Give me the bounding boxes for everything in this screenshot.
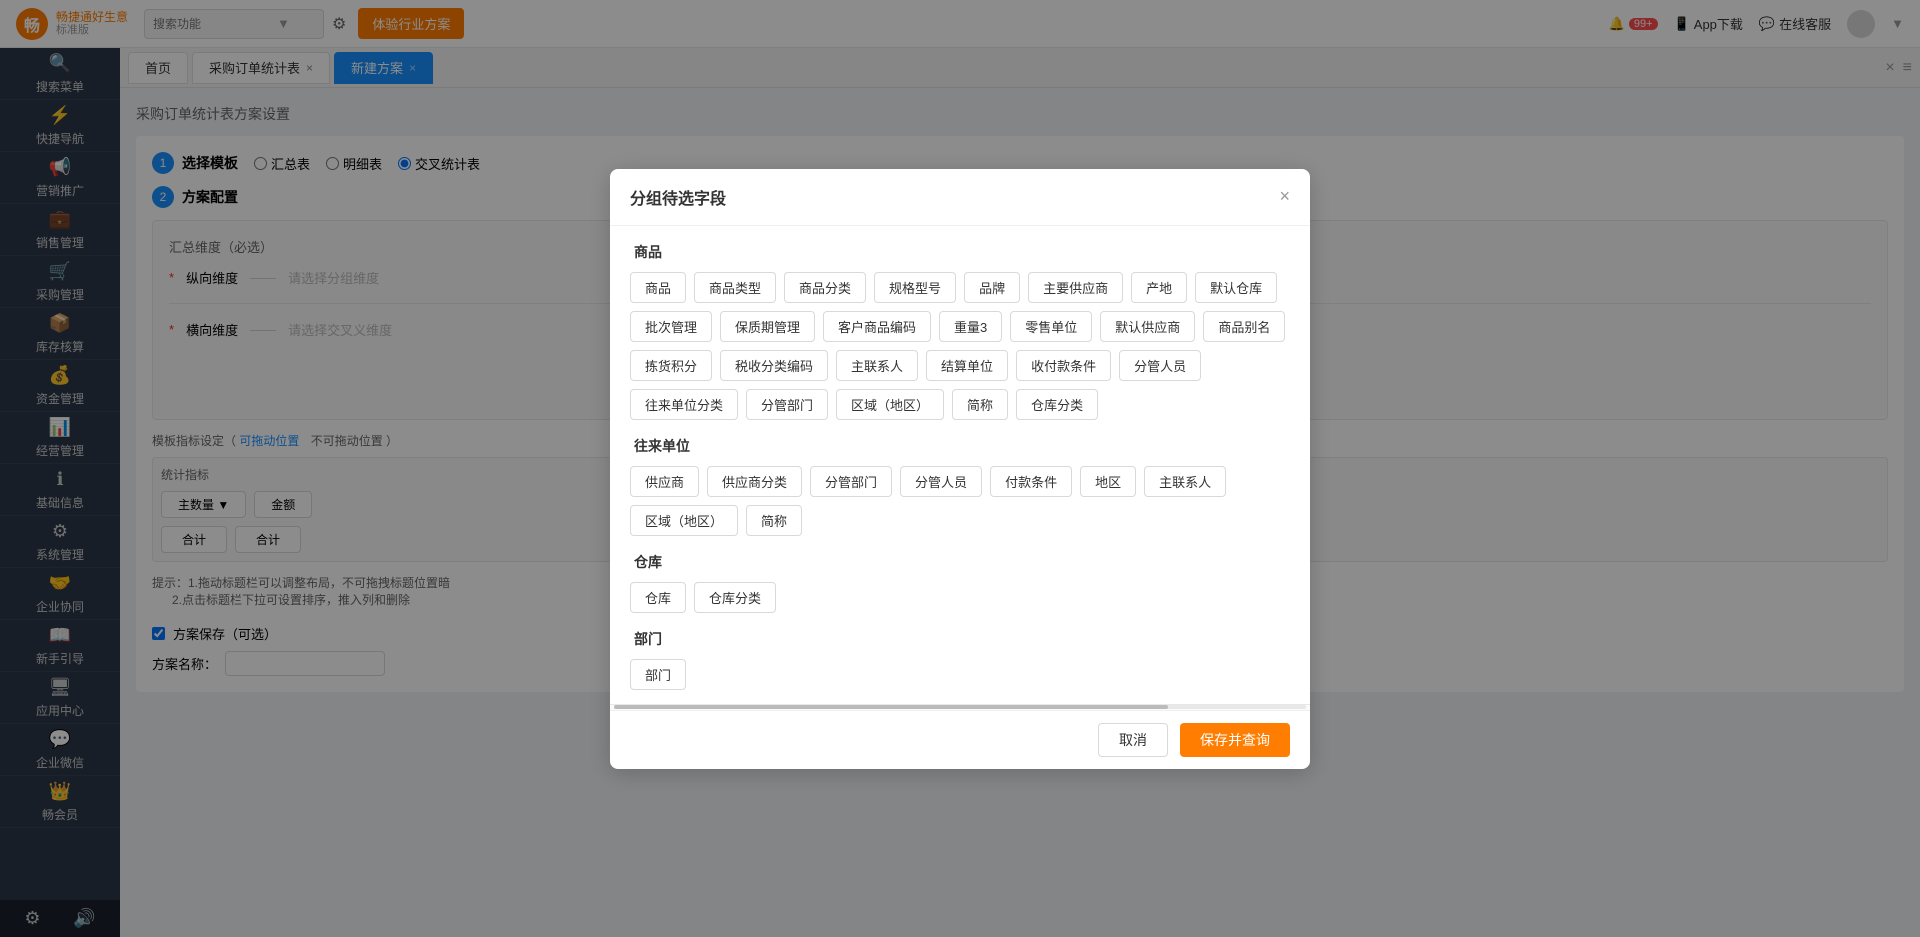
field-tag[interactable]: 产地: [1131, 272, 1187, 303]
field-tag[interactable]: 商品: [630, 272, 686, 303]
field-tag[interactable]: 主要供应商: [1028, 272, 1123, 303]
warehouse-tags: 仓库 仓库分类: [630, 582, 1290, 613]
field-tag[interactable]: 供应商分类: [707, 466, 802, 497]
modal-title: 分组待选字段: [630, 185, 726, 209]
field-tag[interactable]: 结算单位: [926, 350, 1008, 381]
modal-close-button[interactable]: ×: [1279, 186, 1290, 207]
field-tag[interactable]: 默认供应商: [1100, 311, 1195, 342]
field-tag[interactable]: 批次管理: [630, 311, 712, 342]
field-tag[interactable]: 商品别名: [1203, 311, 1285, 342]
field-tag[interactable]: 税收分类编码: [720, 350, 828, 381]
section-dept: 部门 部门: [630, 629, 1290, 690]
field-tag[interactable]: 供应商: [630, 466, 699, 497]
cancel-button[interactable]: 取消: [1098, 723, 1168, 757]
section-goods-title: 商品: [630, 242, 1290, 262]
goods-tags: 商品 商品类型 商品分类 规格型号 品牌 主要供应商 产地 默认仓库 批次管理 …: [630, 272, 1290, 420]
modal-body: 商品 商品 商品类型 商品分类 规格型号 品牌 主要供应商 产地 默认仓库 批次…: [610, 226, 1310, 704]
field-tag[interactable]: 部门: [630, 659, 686, 690]
field-tag[interactable]: 仓库分类: [694, 582, 776, 613]
field-tag[interactable]: 简称: [746, 505, 802, 536]
modal-footer: 取消 保存并查询: [610, 710, 1310, 769]
modal-horizontal-scrollbar[interactable]: [610, 704, 1310, 710]
section-warehouse-title: 仓库: [630, 552, 1290, 572]
field-tag[interactable]: 分管部门: [746, 389, 828, 420]
section-dept-title: 部门: [630, 629, 1290, 649]
section-warehouse: 仓库 仓库 仓库分类: [630, 552, 1290, 613]
dept-tags: 部门: [630, 659, 1290, 690]
field-tag[interactable]: 收付款条件: [1016, 350, 1111, 381]
section-goods: 商品 商品 商品类型 商品分类 规格型号 品牌 主要供应商 产地 默认仓库 批次…: [630, 242, 1290, 420]
field-tag[interactable]: 分管人员: [1119, 350, 1201, 381]
field-tag[interactable]: 保质期管理: [720, 311, 815, 342]
field-tag[interactable]: 往来单位分类: [630, 389, 738, 420]
field-tag[interactable]: 主联系人: [836, 350, 918, 381]
field-tag[interactable]: 仓库: [630, 582, 686, 613]
section-contacts-title: 往来单位: [630, 436, 1290, 456]
field-tag[interactable]: 仓库分类: [1016, 389, 1098, 420]
modal-dialog: 分组待选字段 × 商品 商品 商品类型 商品分类 规格型号 品牌 主要供应商 产…: [610, 169, 1310, 769]
modal-header: 分组待选字段 ×: [610, 169, 1310, 226]
field-tag[interactable]: 规格型号: [874, 272, 956, 303]
field-tag[interactable]: 零售单位: [1010, 311, 1092, 342]
field-tag[interactable]: 商品分类: [784, 272, 866, 303]
field-tag[interactable]: 付款条件: [990, 466, 1072, 497]
field-tag[interactable]: 分管部门: [810, 466, 892, 497]
field-tag[interactable]: 分管人员: [900, 466, 982, 497]
field-tag[interactable]: 区域（地区）: [630, 505, 738, 536]
field-tag[interactable]: 重量3: [939, 311, 1002, 342]
confirm-button[interactable]: 保存并查询: [1180, 723, 1290, 757]
field-tag[interactable]: 商品类型: [694, 272, 776, 303]
section-contacts: 往来单位 供应商 供应商分类 分管部门 分管人员 付款条件 地区 主联系人 区域…: [630, 436, 1290, 536]
field-tag[interactable]: 品牌: [964, 272, 1020, 303]
contacts-tags: 供应商 供应商分类 分管部门 分管人员 付款条件 地区 主联系人 区域（地区） …: [630, 466, 1290, 536]
modal-overlay: 分组待选字段 × 商品 商品 商品类型 商品分类 规格型号 品牌 主要供应商 产…: [0, 0, 1920, 937]
field-tag[interactable]: 客户商品编码: [823, 311, 931, 342]
field-tag[interactable]: 简称: [952, 389, 1008, 420]
field-tag[interactable]: 区域（地区）: [836, 389, 944, 420]
field-tag[interactable]: 地区: [1080, 466, 1136, 497]
field-tag[interactable]: 主联系人: [1144, 466, 1226, 497]
field-tag[interactable]: 默认仓库: [1195, 272, 1277, 303]
field-tag[interactable]: 拣货积分: [630, 350, 712, 381]
